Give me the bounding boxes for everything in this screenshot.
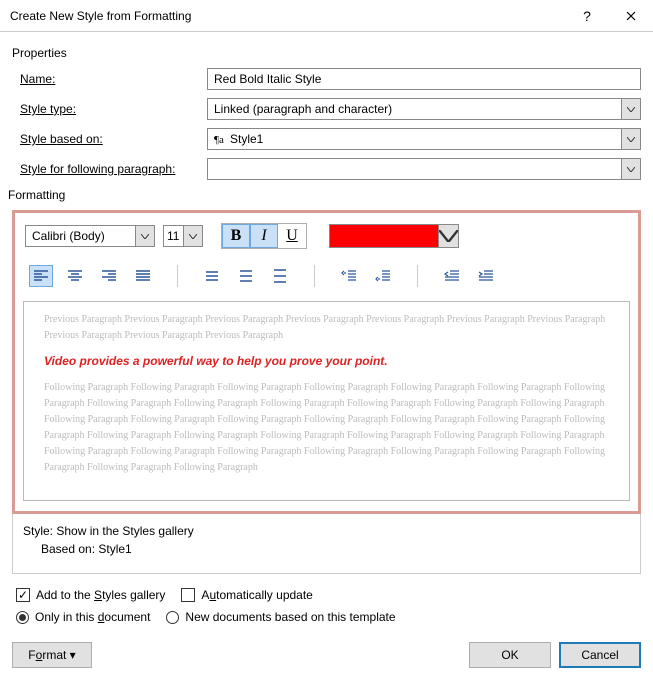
line-spacing-15-button[interactable] xyxy=(234,265,258,287)
align-left-icon xyxy=(33,269,49,283)
based-on-label: Style based on: xyxy=(12,132,207,146)
style-desc-line2: Based on: Style1 xyxy=(23,540,630,558)
svg-text:¶a: ¶a xyxy=(214,134,224,145)
properties-label: Properties xyxy=(12,46,641,60)
name-label: Name: xyxy=(12,72,207,86)
new-documents-label: New documents based on this template xyxy=(185,610,395,624)
bold-button[interactable]: B xyxy=(222,224,250,248)
style-type-dropdown[interactable] xyxy=(621,98,641,120)
only-this-document-radio[interactable] xyxy=(16,611,29,624)
style-type-combo[interactable]: Linked (paragraph and character) xyxy=(207,98,621,120)
following-label: Style for following paragraph: xyxy=(12,162,207,176)
line-spacing-2-button[interactable] xyxy=(268,265,292,287)
divider xyxy=(177,265,178,287)
line-spacing-2-icon xyxy=(272,269,288,283)
chevron-down-icon xyxy=(627,107,635,112)
name-input[interactable] xyxy=(207,68,641,90)
chevron-down-icon xyxy=(189,234,197,239)
following-combo[interactable] xyxy=(207,158,621,180)
dialog-title: Create New Style from Formatting xyxy=(10,9,565,23)
formatting-label: Formatting xyxy=(8,188,641,202)
divider xyxy=(417,265,418,287)
align-right-button[interactable] xyxy=(97,265,121,287)
preview-sample-text: Video provides a powerful way to help yo… xyxy=(44,354,609,368)
format-button[interactable]: Format ▾ xyxy=(12,642,92,668)
size-dropdown[interactable] xyxy=(183,225,203,247)
preview-area: Previous Paragraph Previous Paragraph Pr… xyxy=(23,301,630,501)
align-center-icon xyxy=(67,269,83,283)
style-type-label: Style type: xyxy=(12,102,207,116)
size-combo[interactable]: 11 xyxy=(163,225,183,247)
italic-button[interactable]: I xyxy=(250,224,278,248)
space-before-decrease-button[interactable] xyxy=(371,265,395,287)
add-to-gallery-label: Add to the Styles gallery xyxy=(36,588,165,602)
space-before-icon xyxy=(341,269,357,283)
align-justify-button[interactable] xyxy=(131,265,155,287)
space-after-icon xyxy=(375,269,391,283)
new-documents-radio[interactable] xyxy=(166,611,179,624)
align-justify-icon xyxy=(135,269,151,283)
preview-previous-text: Previous Paragraph Previous Paragraph Pr… xyxy=(44,312,609,344)
line-spacing-1-icon xyxy=(204,269,220,283)
style-description: Style: Show in the Styles gallery Based … xyxy=(12,514,641,574)
style-desc-line1: Style: Show in the Styles gallery xyxy=(23,522,630,540)
cancel-button[interactable]: Cancel xyxy=(559,642,641,668)
paragraph-icon: ¶a xyxy=(214,133,226,145)
decrease-indent-button[interactable] xyxy=(440,265,464,287)
following-dropdown[interactable] xyxy=(621,158,641,180)
font-color-swatch[interactable] xyxy=(329,224,439,248)
chevron-down-icon xyxy=(439,230,458,242)
space-before-increase-button[interactable] xyxy=(337,265,361,287)
align-right-icon xyxy=(101,269,117,283)
close-button[interactable] xyxy=(609,0,653,31)
close-icon xyxy=(626,11,636,21)
line-spacing-1-button[interactable] xyxy=(200,265,224,287)
auto-update-checkbox[interactable] xyxy=(181,588,195,602)
add-to-gallery-checkbox[interactable] xyxy=(16,588,30,602)
only-this-document-label: Only in this document xyxy=(35,610,150,624)
font-dropdown[interactable] xyxy=(135,225,155,247)
help-button[interactable]: ? xyxy=(565,0,609,31)
decrease-indent-icon xyxy=(444,269,460,283)
chevron-down-icon xyxy=(627,167,635,172)
increase-indent-button[interactable] xyxy=(474,265,498,287)
line-spacing-15-icon xyxy=(238,269,254,283)
titlebar: Create New Style from Formatting ? xyxy=(0,0,653,32)
font-color-dropdown[interactable] xyxy=(439,224,459,248)
align-center-button[interactable] xyxy=(63,265,87,287)
based-on-combo[interactable]: ¶a Style1 xyxy=(207,128,621,150)
formatting-section: Calibri (Body) 11 B I U xyxy=(12,210,641,514)
align-left-button[interactable] xyxy=(29,265,53,287)
divider xyxy=(314,265,315,287)
auto-update-label: Automatically update xyxy=(201,588,312,602)
preview-following-text: Following Paragraph Following Paragraph … xyxy=(44,380,609,476)
ok-button[interactable]: OK xyxy=(469,642,551,668)
based-on-dropdown[interactable] xyxy=(621,128,641,150)
underline-button[interactable]: U xyxy=(278,224,306,248)
font-combo[interactable]: Calibri (Body) xyxy=(25,225,135,247)
increase-indent-icon xyxy=(478,269,494,283)
chevron-down-icon xyxy=(141,234,149,239)
chevron-down-icon xyxy=(627,137,635,142)
